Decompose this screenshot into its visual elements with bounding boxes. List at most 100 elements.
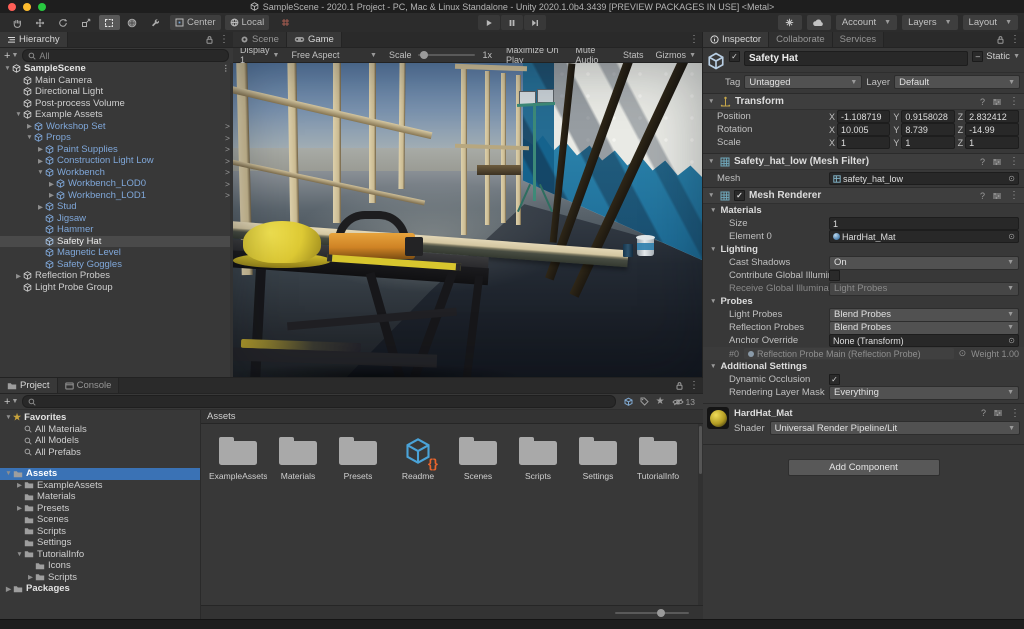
foldout-arrow-icon[interactable]: ▼ <box>36 169 45 176</box>
grid-snap-button[interactable] <box>275 15 295 30</box>
preset-icon[interactable] <box>992 158 1002 166</box>
component-menu-icon[interactable]: ⋮ <box>1009 190 1019 201</box>
scale-x-field[interactable]: 1 <box>837 136 890 149</box>
hierarchy-item-workbench-lod0[interactable]: ▶Workbench_LOD0> <box>0 178 233 190</box>
hierarchy-item-props[interactable]: ▼Props> <box>0 132 233 144</box>
static-dropdown[interactable]: – Static ▼ <box>972 51 1020 62</box>
materials-size-field[interactable]: 1 <box>829 217 1019 230</box>
pause-button[interactable] <box>501 15 523 30</box>
transform-tool-button[interactable] <box>122 15 143 30</box>
component-menu-icon[interactable]: ⋮ <box>1009 96 1019 107</box>
hierarchy-item-light-probe-group[interactable]: Light Probe Group <box>0 282 233 294</box>
mesh-filter-header[interactable]: ▼ Safety_hat_low (Mesh Filter) ? ⋮ <box>703 153 1024 170</box>
foldout-arrow-icon[interactable]: ▶ <box>15 504 24 512</box>
pivot-rotation-button[interactable]: Local <box>225 15 270 30</box>
hierarchy-item-hammer[interactable]: Hammer <box>0 224 233 236</box>
rotation-x-field[interactable]: 10.005 <box>837 123 890 136</box>
shader-dropdown[interactable]: Universal Render Pipeline/Lit▼ <box>770 421 1020 435</box>
tab-hierarchy[interactable]: Hierarchy <box>0 32 68 47</box>
open-prefab-chevron-icon[interactable]: > <box>221 179 230 189</box>
position-y-field[interactable]: 0.9158028 <box>901 110 954 123</box>
move-tool-button[interactable] <box>30 15 51 30</box>
project-search-input[interactable] <box>22 395 615 408</box>
game-viewport[interactable] <box>233 63 703 378</box>
create-asset-button[interactable]: +▼ <box>4 396 18 408</box>
minimize-window-button[interactable] <box>23 3 31 11</box>
preset-icon[interactable] <box>993 409 1003 417</box>
stats-button[interactable]: Stats <box>618 48 649 62</box>
foldout-arrow-icon[interactable]: ▶ <box>36 145 45 153</box>
element0-object-field[interactable]: HardHat_Mat ⊙ <box>829 230 1019 243</box>
foldout-arrow-icon[interactable]: ▶ <box>15 481 24 489</box>
foldout-arrow-icon[interactable]: ▼ <box>4 470 13 477</box>
progress-activity-button[interactable] <box>778 15 802 30</box>
foldout-arrow-icon[interactable]: ▶ <box>26 573 35 581</box>
asset-scenes[interactable]: Scenes <box>449 434 507 481</box>
panel-menu-icon[interactable]: ⋮ <box>219 34 229 45</box>
folder-scripts[interactable]: Scripts <box>0 526 200 538</box>
hierarchy-item-post-process-volume[interactable]: Post-process Volume <box>0 98 233 110</box>
preset-icon[interactable] <box>992 98 1002 106</box>
open-prefab-chevron-icon[interactable]: > <box>221 167 230 177</box>
display-dropdown[interactable]: Display 1▼ <box>235 48 284 62</box>
rotation-z-field[interactable]: -14.99 <box>965 123 1019 136</box>
aspect-dropdown[interactable]: Free Aspect▼ <box>286 48 381 62</box>
tab-collaborate[interactable]: Collaborate <box>769 32 833 47</box>
object-picker-icon[interactable]: ⊙ <box>1008 174 1015 183</box>
breadcrumb[interactable]: Assets <box>201 410 703 424</box>
hierarchy-item-main-camera[interactable]: Main Camera <box>0 75 233 87</box>
hierarchy-item-paint-supplies[interactable]: ▶Paint Supplies> <box>0 144 233 156</box>
hierarchy-item-workbench[interactable]: ▼Workbench> <box>0 167 233 179</box>
material-header[interactable]: HardHat_Mat ? ⋮ Shader Universal Render … <box>703 403 1024 438</box>
layers-dropdown[interactable]: Layers▼ <box>902 15 957 30</box>
scale-slider[interactable] <box>418 54 475 56</box>
tab-console[interactable]: Console <box>58 378 120 393</box>
rotate-tool-button[interactable] <box>53 15 74 30</box>
mute-audio-button[interactable]: Mute Audio <box>570 48 616 62</box>
zoom-window-button[interactable] <box>38 3 46 11</box>
hierarchy-item-example-assets[interactable]: ▼Example Assets <box>0 109 233 121</box>
open-prefab-chevron-icon[interactable]: > <box>221 121 230 131</box>
open-prefab-chevron-icon[interactable]: > <box>221 133 230 143</box>
hierarchy-item-safety-hat[interactable]: Safety Hat <box>0 236 233 248</box>
scale-y-field[interactable]: 1 <box>901 136 954 149</box>
folder-scripts[interactable]: ▶Scripts <box>0 572 200 584</box>
lock-icon[interactable] <box>996 35 1005 44</box>
hierarchy-item-samplescene[interactable]: ▼SampleScene⋮ <box>0 63 233 75</box>
maximize-on-play-button[interactable]: Maximize On Play <box>501 48 568 62</box>
close-window-button[interactable] <box>8 3 16 11</box>
tab-scene[interactable]: Scene <box>233 32 287 47</box>
panel-menu-icon[interactable]: ⋮ <box>689 34 699 45</box>
scene-menu-icon[interactable]: ⋮ <box>218 63 231 74</box>
favorite-all-materials[interactable]: All Materials <box>0 424 200 436</box>
tab-project[interactable]: Project <box>0 378 58 393</box>
hierarchy-item-construction-light-low[interactable]: ▶Construction Light Low> <box>0 155 233 167</box>
scale-tool-button[interactable] <box>76 15 97 30</box>
open-prefab-chevron-icon[interactable]: > <box>221 144 230 154</box>
asset-tutorialinfo[interactable]: TutorialInfo <box>629 434 687 481</box>
hierarchy-item-magnetic-level[interactable]: Magnetic Level <box>0 247 233 259</box>
transform-component-header[interactable]: ▼ Transform ? ⋮ <box>703 93 1024 110</box>
play-button[interactable] <box>478 15 500 30</box>
hidden-packages-toggle[interactable]: 13 <box>672 397 695 407</box>
asset-settings[interactable]: Settings <box>569 434 627 481</box>
layer-dropdown[interactable]: Default▼ <box>894 75 1020 89</box>
foldout-arrow-icon[interactable]: ▼ <box>4 414 13 421</box>
gizmos-dropdown[interactable]: Gizmos▼ <box>651 48 701 62</box>
mesh-object-field[interactable]: safety_hat_low ⊙ <box>829 172 1019 185</box>
folder-settings[interactable]: Settings <box>0 537 200 549</box>
foldout-arrow-icon[interactable]: ▶ <box>14 272 23 280</box>
folder-icons[interactable]: Icons <box>0 560 200 572</box>
hierarchy-item-reflection-probes[interactable]: ▶Reflection Probes <box>0 270 233 282</box>
lighting-foldout[interactable]: ▼Lighting <box>703 243 1024 256</box>
foldout-arrow-icon[interactable]: ▶ <box>47 191 56 199</box>
dynamic-occlusion-checkbox[interactable]: ✓ <box>829 374 840 385</box>
object-picker-icon[interactable]: ⊙ <box>1008 336 1015 345</box>
search-by-label-icon[interactable] <box>640 397 649 406</box>
open-prefab-chevron-icon[interactable]: > <box>221 190 230 200</box>
folder-presets[interactable]: ▶Presets <box>0 503 200 515</box>
materials-foldout[interactable]: ▼Materials <box>703 204 1024 217</box>
add-component-button[interactable]: Add Component <box>788 459 940 476</box>
thumbnail-size-knob[interactable] <box>657 609 665 617</box>
asset-readme[interactable]: {}Readme <box>389 434 447 481</box>
